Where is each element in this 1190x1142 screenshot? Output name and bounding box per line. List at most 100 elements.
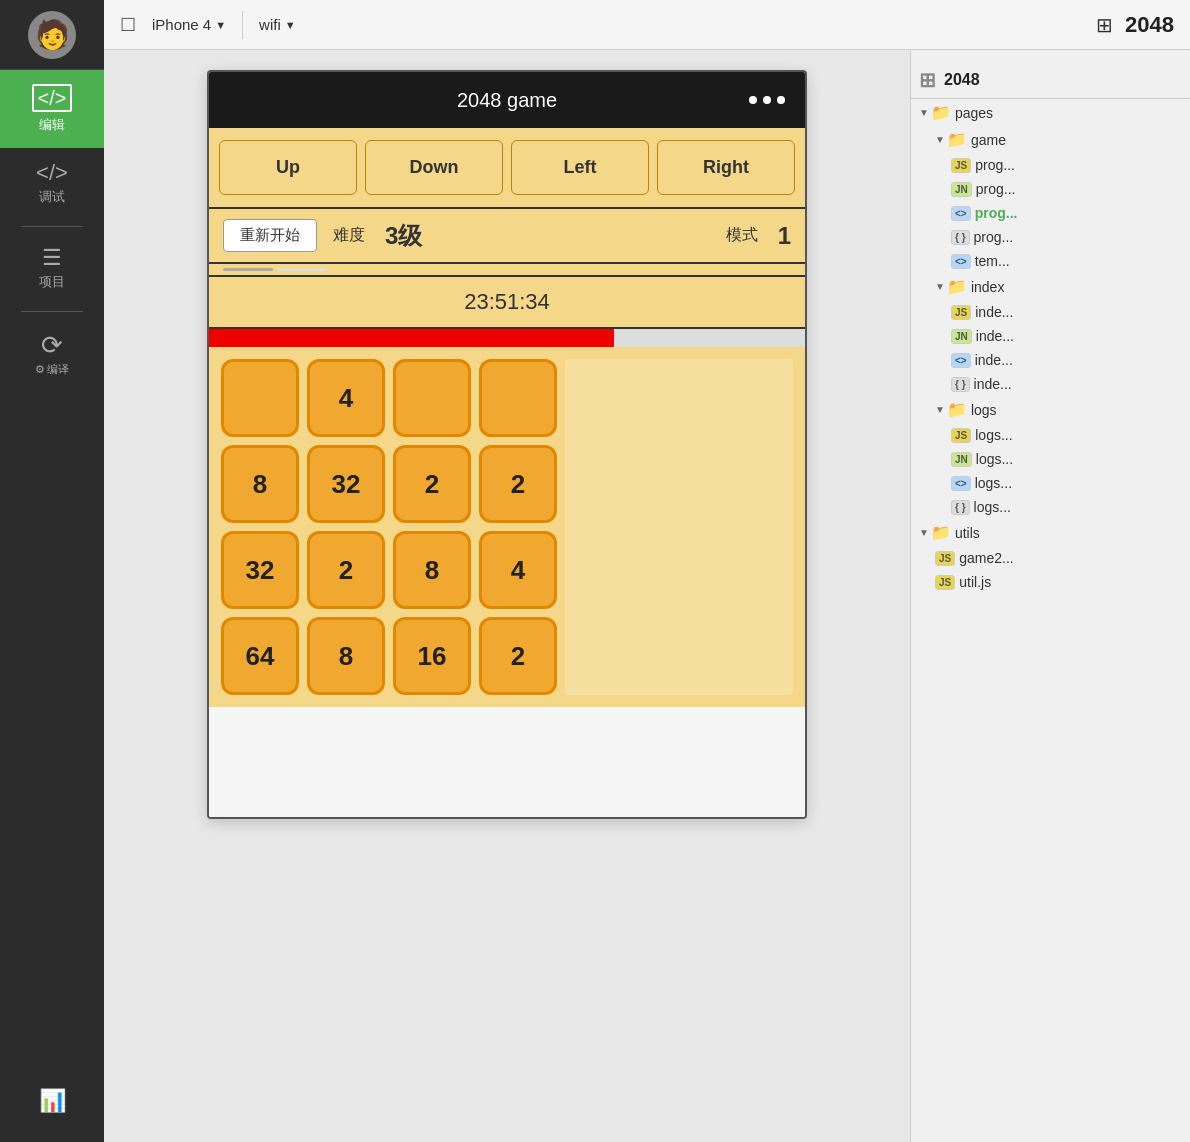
down-button[interactable]: Down xyxy=(365,140,503,195)
game2-js-label: game2... xyxy=(959,550,1013,566)
dot-3 xyxy=(777,96,785,104)
html-badge-logs: <> xyxy=(951,476,971,491)
logs-js-label: logs... xyxy=(975,427,1012,443)
tree-folder-index[interactable]: ▼ 📁 index xyxy=(911,273,1190,300)
scroll-indicator-2 xyxy=(277,268,327,271)
mode-value: 1 xyxy=(778,222,791,250)
left-button[interactable]: Left xyxy=(511,140,649,195)
top-bar: ☐ iPhone 4 ▼ wifi ▼ ⊞ 2048 xyxy=(104,0,1190,50)
restart-button[interactable]: 重新开始 xyxy=(223,219,317,252)
utils-label: utils xyxy=(955,525,980,541)
chart-icon: 📊 xyxy=(39,1090,66,1112)
js-badge-logs: JS xyxy=(951,428,971,443)
file-tree-panel: ⊞ 2048 ▼ 📁 pages ▼ 📁 game JS prog... JN xyxy=(910,50,1190,1142)
jn-badge-logs: JN xyxy=(951,452,972,467)
tree-folder-logs[interactable]: ▼ 📁 logs xyxy=(911,396,1190,423)
tree-file-prog-html[interactable]: <> prog... xyxy=(911,201,1190,225)
tree-grid-icon: ⊞ xyxy=(919,68,936,92)
sidebar-item-project[interactable]: ☰ 项目 xyxy=(0,233,104,305)
pages-label: pages xyxy=(955,105,993,121)
dot-2 xyxy=(763,96,771,104)
tile-2-1: 2 xyxy=(307,531,385,609)
sidebar-divider-2 xyxy=(21,311,83,312)
sidebar-item-build[interactable]: ⟳ ⚙ 编译 xyxy=(0,318,104,391)
phone-frame: 2048 game Up Down Left Right xyxy=(207,70,807,819)
up-button[interactable]: Up xyxy=(219,140,357,195)
json-badge-index: { } xyxy=(951,377,970,392)
progress-fill xyxy=(209,329,614,347)
pages-arrow: ▼ xyxy=(919,107,929,118)
tile-3-2: 16 xyxy=(393,617,471,695)
tree-file-util-js[interactable]: JS util.js xyxy=(911,570,1190,594)
tree-file-index-html[interactable]: <> inde... xyxy=(911,348,1190,372)
game-grid: 4 8 32 2 2 32 2 8 4 xyxy=(221,359,557,695)
avatar[interactable]: 🧑 xyxy=(28,11,76,59)
wifi-selector[interactable]: wifi ▼ xyxy=(259,16,296,33)
logs-json-label: logs... xyxy=(974,499,1011,515)
tree-file-index-jn[interactable]: JN inde... xyxy=(911,324,1190,348)
tree-file-prog-js[interactable]: JS prog... xyxy=(911,153,1190,177)
main-area: ☐ iPhone 4 ▼ wifi ▼ ⊞ 2048 2048 game xyxy=(104,0,1190,1142)
tree-file-index-js[interactable]: JS inde... xyxy=(911,300,1190,324)
tree-file-tem-html[interactable]: <> tem... xyxy=(911,249,1190,273)
tile-2-0: 32 xyxy=(221,531,299,609)
jn-badge-index: JN xyxy=(951,329,972,344)
tree-file-prog-json[interactable]: { } prog... xyxy=(911,225,1190,249)
index-html-label: inde... xyxy=(975,352,1013,368)
right-button[interactable]: Right xyxy=(657,140,795,195)
tile-0-0 xyxy=(221,359,299,437)
tile-3-3: 2 xyxy=(479,617,557,695)
js-badge-game2: JS xyxy=(935,551,955,566)
device-frame-icon: ☐ xyxy=(120,14,136,36)
util-js-label: util.js xyxy=(959,574,991,590)
index-folder-icon: 📁 xyxy=(947,277,967,296)
project-icon-top: ⊞ xyxy=(1096,13,1113,37)
header-dots xyxy=(749,96,785,104)
difficulty-value: 3级 xyxy=(385,220,422,252)
phone-title: 2048 game xyxy=(457,89,557,112)
game-arrow: ▼ xyxy=(935,134,945,145)
tree-folder-pages[interactable]: ▼ 📁 pages xyxy=(911,99,1190,126)
tree-file-logs-json[interactable]: { } logs... xyxy=(911,495,1190,519)
tree-folder-game[interactable]: ▼ 📁 game xyxy=(911,126,1190,153)
prog-html-label: prog... xyxy=(975,205,1018,221)
dot-1 xyxy=(749,96,757,104)
index-label: index xyxy=(971,279,1004,295)
device-selector[interactable]: iPhone 4 ▼ xyxy=(152,16,226,33)
tree-file-index-json[interactable]: { } inde... xyxy=(911,372,1190,396)
tile-3-1: 8 xyxy=(307,617,385,695)
prog-json-label: prog... xyxy=(974,229,1014,245)
sidebar-item-editor-label: 编辑 xyxy=(39,116,65,134)
tree-file-logs-js[interactable]: JS logs... xyxy=(911,423,1190,447)
sidebar-item-debug[interactable]: </> 调试 xyxy=(0,148,104,220)
game-body: Up Down Left Right 重新开始 难度 3级 模式 1 xyxy=(209,128,805,707)
tree-file-logs-html[interactable]: <> logs... xyxy=(911,471,1190,495)
tile-0-2 xyxy=(393,359,471,437)
tree-folder-utils[interactable]: ▼ 📁 utils xyxy=(911,519,1190,546)
tree-file-game2-js[interactable]: JS game2... xyxy=(911,546,1190,570)
js-badge-1: JS xyxy=(951,158,971,173)
grid-right-empty xyxy=(565,359,793,695)
logs-label: logs xyxy=(971,402,997,418)
sidebar-item-editor[interactable]: </> 编辑 xyxy=(0,70,104,148)
tile-0-1: 4 xyxy=(307,359,385,437)
file-tree-title: 2048 xyxy=(944,71,980,89)
top-bar-right: ⊞ 2048 xyxy=(1096,12,1174,38)
tree-file-prog-jn[interactable]: JN prog... xyxy=(911,177,1190,201)
utils-folder-icon: 📁 xyxy=(931,523,951,542)
mode-label: 模式 xyxy=(726,225,758,246)
project-name: 2048 xyxy=(1125,12,1174,38)
tree-file-logs-jn[interactable]: JN logs... xyxy=(911,447,1190,471)
avatar-icon: 🧑 xyxy=(35,18,70,51)
logs-jn-label: logs... xyxy=(976,451,1013,467)
html-badge-index: <> xyxy=(951,353,971,368)
build-icon: ⟳ xyxy=(41,332,63,358)
project-icon: ☰ xyxy=(42,247,62,269)
phone-bottom xyxy=(209,707,805,817)
sidebar-item-chart[interactable]: 📊 xyxy=(0,1076,104,1126)
difficulty-label: 难度 xyxy=(333,225,365,246)
html-badge-1: <> xyxy=(951,206,971,221)
prog-jn-label: prog... xyxy=(976,181,1016,197)
wifi-label: wifi xyxy=(259,16,281,33)
timer-bar: 23:51:34 xyxy=(209,275,805,329)
